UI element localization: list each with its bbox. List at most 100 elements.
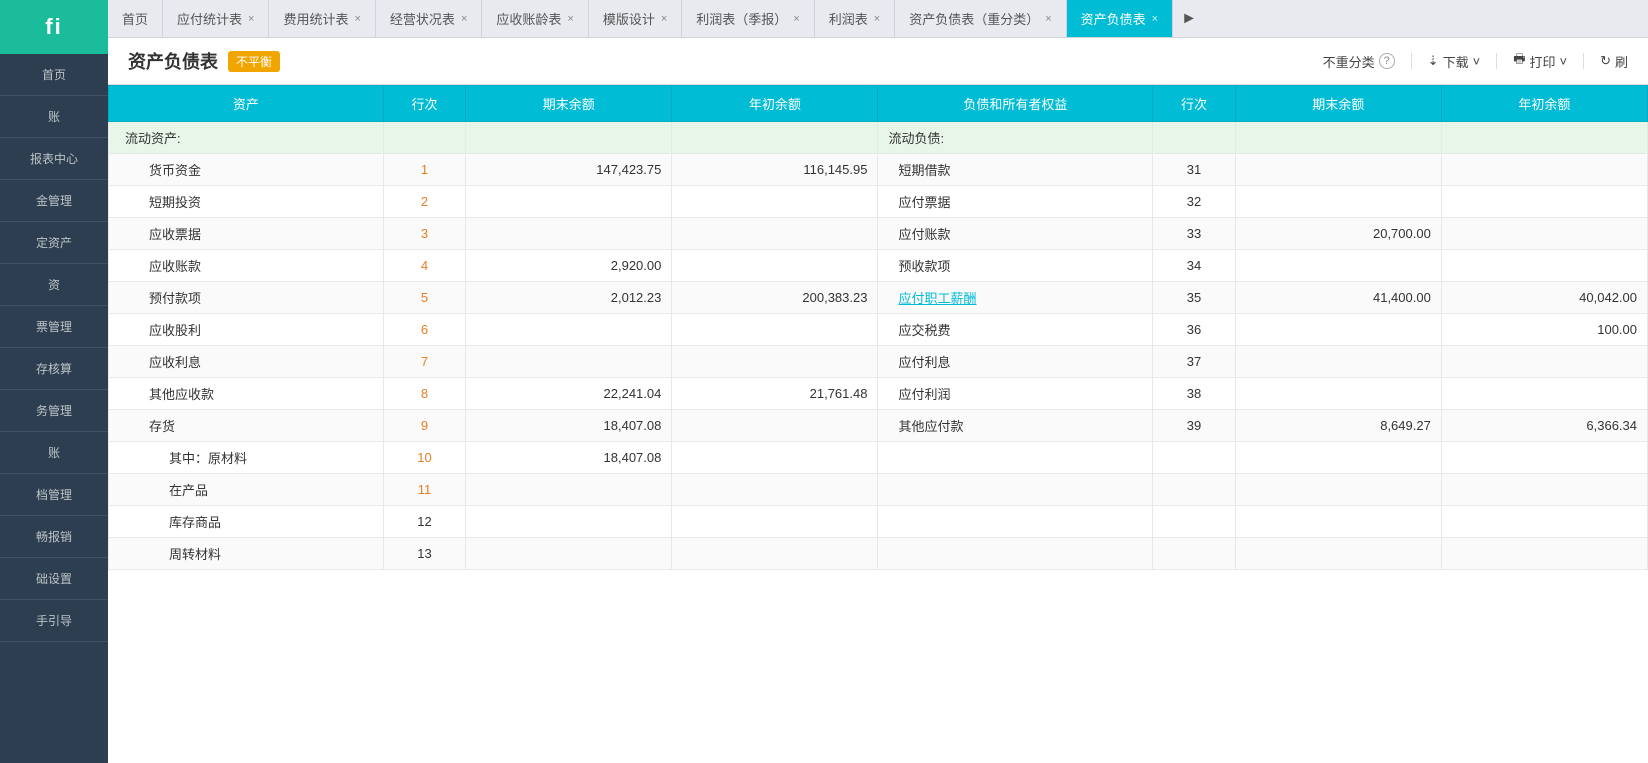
table-row: 应收利息 7 应付利息 37: [109, 346, 1648, 378]
sidebar-item-invoice[interactable]: 票管理: [0, 306, 108, 348]
header-start-balance-left: 年初余额: [672, 86, 878, 122]
right-row-9: [1153, 442, 1235, 474]
tab-template-design[interactable]: 模版设计 ×: [589, 0, 682, 38]
left-start-9: [672, 442, 878, 474]
tab-income[interactable]: 利润表 ×: [815, 0, 895, 38]
left-label-12: 周转材料: [109, 538, 384, 570]
left-start-10: [672, 474, 878, 506]
right-start-12: [1441, 538, 1647, 570]
right-start-5: 100.00: [1441, 314, 1647, 346]
left-row-0: 1: [383, 154, 465, 186]
left-label-8: 存货: [109, 410, 384, 442]
left-end-5: [466, 314, 672, 346]
sidebar-item-expense[interactable]: 畅报销: [0, 516, 108, 558]
right-end-12: [1235, 538, 1441, 570]
right-row-7: 38: [1153, 378, 1235, 410]
right-row-6: 37: [1153, 346, 1235, 378]
page-title-area: 资产负债表 不平衡: [128, 48, 280, 74]
sidebar-item-archive[interactable]: 档管理: [0, 474, 108, 516]
tab-close-balance-sheet[interactable]: ×: [1152, 13, 1158, 25]
left-label-11: 库存商品: [109, 506, 384, 538]
table-row: 周转材料 13: [109, 538, 1648, 570]
right-start-7: [1441, 378, 1647, 410]
sidebar-item-guide[interactable]: 手引导: [0, 600, 108, 642]
right-start-4: 40,042.00: [1441, 282, 1647, 314]
left-end-11: [466, 506, 672, 538]
divider3: [1583, 53, 1584, 69]
left-end-6: [466, 346, 672, 378]
right-end-2: 20,700.00: [1235, 218, 1441, 250]
tab-receivable-aging[interactable]: 应收账龄表 ×: [482, 0, 588, 38]
tab-home[interactable]: 首页: [108, 0, 163, 38]
tab-close-income[interactable]: ×: [874, 13, 880, 25]
left-start-0: 116,145.95: [672, 154, 878, 186]
sidebar-item-account[interactable]: 账: [0, 96, 108, 138]
download-action[interactable]: ⇣ 下载 ˅: [1428, 52, 1481, 71]
left-row-3: 4: [383, 250, 465, 282]
refresh-icon: ↻: [1600, 53, 1611, 69]
tab-scroll-right[interactable]: ►: [1173, 10, 1205, 28]
help-icon[interactable]: ?: [1379, 53, 1395, 69]
main-content: 首页 应付统计表 × 费用统计表 × 经营状况表 × 应收账龄表 × 模版设计 …: [108, 0, 1648, 763]
right-label-11: [878, 506, 1153, 538]
sidebar-item-ledger[interactable]: 账: [0, 432, 108, 474]
sidebar-item-home[interactable]: 首页: [0, 54, 108, 96]
left-label-10: 在产品: [109, 474, 384, 506]
right-label-7: 应付利润: [878, 378, 1153, 410]
section-label-assets: 流动资产:: [109, 122, 384, 154]
tab-close-template-design[interactable]: ×: [661, 13, 667, 25]
table-row: 预付款项 5 2,012.23 200,383.23 应付职工薪酬 35 41,…: [109, 282, 1648, 314]
sidebar-item-inventory[interactable]: 存核算: [0, 348, 108, 390]
right-start-9: [1441, 442, 1647, 474]
table-row: 短期投资 2 应付票据 32: [109, 186, 1648, 218]
right-row-11: [1153, 506, 1235, 538]
right-row-2: 33: [1153, 218, 1235, 250]
right-label-12: [878, 538, 1153, 570]
left-start-8: [672, 410, 878, 442]
right-label-2: 应付账款: [878, 218, 1153, 250]
sidebar-item-report[interactable]: 报表中心: [0, 138, 108, 180]
sidebar-item-tax[interactable]: 务管理: [0, 390, 108, 432]
right-label-5: 应交税费: [878, 314, 1153, 346]
refresh-action[interactable]: ↻ 刷: [1600, 52, 1628, 71]
left-label-4: 预付款项: [109, 282, 384, 314]
download-chevron: ˅: [1473, 54, 1481, 69]
left-label-5: 应收股利: [109, 314, 384, 346]
balance-sheet-table-area: 资产 行次 期末余额 年初余额 负债和所有者权益 行次 期末余额 年初余额 流动…: [108, 85, 1648, 763]
table-row: 应收账款 4 2,920.00 预收款项 34: [109, 250, 1648, 282]
tab-close-payable-stats[interactable]: ×: [248, 13, 254, 25]
tab-close-receivable-aging[interactable]: ×: [567, 13, 573, 25]
left-end-10: [466, 474, 672, 506]
sidebar-item-investment[interactable]: 资: [0, 264, 108, 306]
right-label-3: 预收款项: [878, 250, 1153, 282]
tab-expense-stats[interactable]: 费用统计表 ×: [269, 0, 375, 38]
left-label-2: 应收票据: [109, 218, 384, 250]
section-header-current-assets: 流动资产: 流动负债:: [109, 122, 1648, 154]
tab-close-balance-reclassified[interactable]: ×: [1045, 13, 1051, 25]
tab-balance-reclassified[interactable]: 资产负债表（重分类） ×: [895, 0, 1066, 38]
tab-balance-sheet[interactable]: 资产负债表 ×: [1067, 0, 1173, 38]
sidebar-item-fixed-asset[interactable]: 定资产: [0, 222, 108, 264]
tab-close-operations[interactable]: ×: [461, 13, 467, 25]
category-action[interactable]: 不重分类 ?: [1323, 52, 1395, 71]
right-row-5: 36: [1153, 314, 1235, 346]
right-end-11: [1235, 506, 1441, 538]
sidebar-logo: fi: [0, 0, 108, 54]
right-end-4: 41,400.00: [1235, 282, 1441, 314]
tab-close-expense-stats[interactable]: ×: [354, 13, 360, 25]
tab-payable-stats[interactable]: 应付统计表 ×: [163, 0, 269, 38]
table-row: 库存商品 12: [109, 506, 1648, 538]
sidebar-item-cash[interactable]: 金管理: [0, 180, 108, 222]
tab-income-quarterly[interactable]: 利润表（季报） ×: [682, 0, 814, 38]
section-label-liabilities: 流动负债:: [878, 122, 1153, 154]
right-start-11: [1441, 506, 1647, 538]
left-row-2: 3: [383, 218, 465, 250]
right-row-1: 32: [1153, 186, 1235, 218]
tab-operations[interactable]: 经营状况表 ×: [376, 0, 482, 38]
table-row: 在产品 11: [109, 474, 1648, 506]
tab-close-income-quarterly[interactable]: ×: [793, 13, 799, 25]
print-action[interactable]: 🖶 打印 ˅: [1513, 50, 1567, 72]
sidebar-item-settings[interactable]: 础设置: [0, 558, 108, 600]
print-icon: 🖶: [1513, 50, 1525, 72]
header-liabilities: 负债和所有者权益: [878, 86, 1153, 122]
